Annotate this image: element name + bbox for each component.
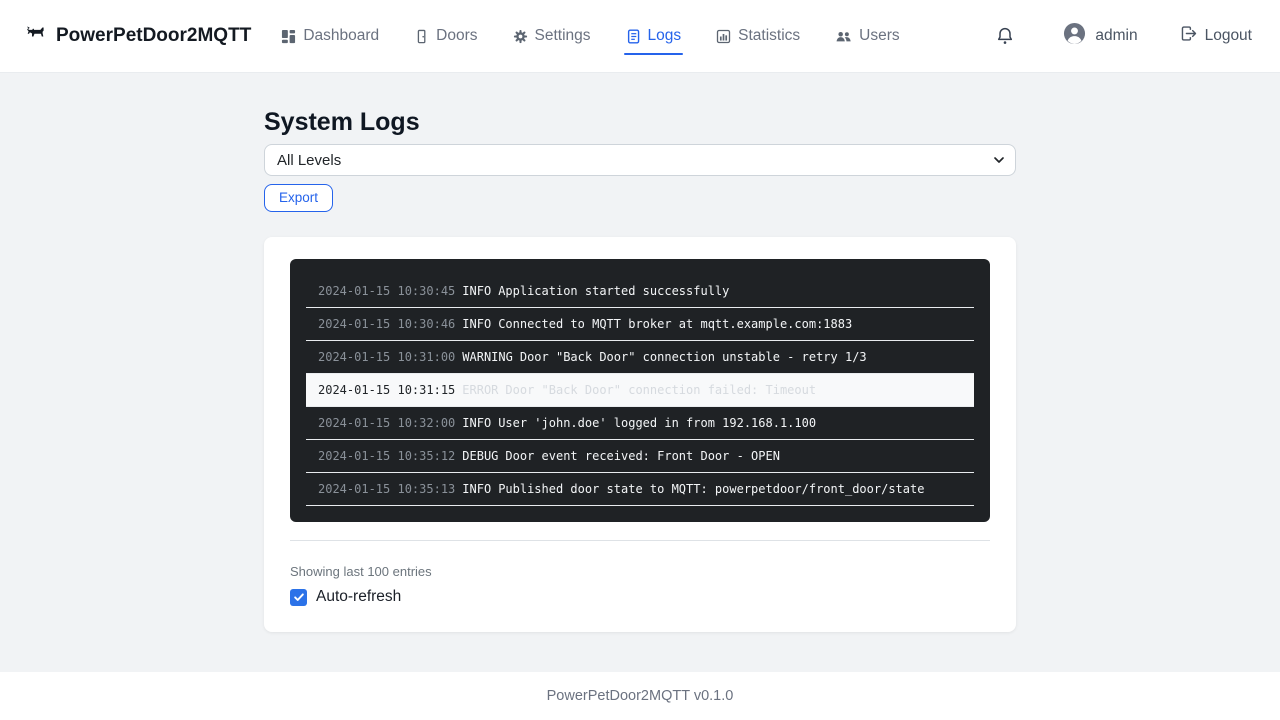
log-level: INFO: [462, 482, 492, 496]
log-timestamp: 2024-01-15 10:32:00: [318, 416, 456, 430]
log-row[interactable]: 2024-01-15 10:32:00 INFO User 'john.doe' l…: [306, 407, 974, 440]
gear-icon: [513, 29, 528, 44]
dashboard-grid-icon: [281, 29, 296, 44]
avatar-icon: [1063, 22, 1086, 50]
logs-card: 2024-01-15 10:30:45 INFO Application start…: [264, 237, 1016, 632]
door-icon: [414, 29, 429, 44]
logs-journal-icon: [626, 29, 641, 44]
nav-item-dashboard[interactable]: Dashboard: [281, 27, 379, 45]
nav-item-logs[interactable]: Logs: [623, 27, 683, 55]
level-filter-select[interactable]: All Levels: [264, 144, 1016, 176]
log-level: INFO: [462, 416, 492, 430]
page-title: System Logs: [264, 108, 420, 136]
main-content: System Logs All Levels Export 2024-01-15…: [264, 73, 1016, 672]
auto-refresh-label: Auto-refresh: [316, 588, 402, 605]
log-level: INFO: [462, 284, 492, 298]
users-icon: [835, 29, 852, 44]
log-message: Published door state to MQTT: powerpetdo…: [498, 482, 925, 496]
nav-item-users[interactable]: Users: [835, 27, 900, 45]
logout-button[interactable]: Logout: [1180, 25, 1252, 47]
nav-item-doors[interactable]: Doors: [414, 27, 478, 45]
auto-refresh-checkbox[interactable]: [290, 588, 307, 606]
log-message: Door "Back Door" connection unstable - r…: [519, 350, 867, 364]
log-timestamp: 2024-01-15 10:30:45: [318, 284, 456, 298]
log-row[interactable]: 2024-01-15 10:30:45 INFO Application start…: [306, 275, 974, 308]
username: admin: [1095, 27, 1138, 44]
log-row[interactable]: 2024-01-15 10:31:00 WARNING Door "Back Doo…: [306, 341, 974, 374]
divider: [290, 540, 990, 541]
brand[interactable]: PowerPetDoor2MQTT: [25, 22, 251, 50]
log-level: INFO: [462, 317, 492, 331]
auto-refresh-control: Auto-refresh: [290, 588, 990, 606]
log-level: ERROR: [462, 383, 499, 397]
header-actions: admin Logout: [995, 22, 1252, 50]
log-level: DEBUG: [462, 449, 499, 463]
user-chip: admin: [1063, 22, 1138, 50]
main-nav: Dashboard Doors Settings Logs Statistics…: [281, 27, 900, 55]
statistics-chart-icon: [716, 29, 731, 44]
footer-version-text: PowerPetDoor2MQTT v0.1.0: [546, 688, 734, 704]
log-message: User 'john.doe' logged in from 192.168.1…: [498, 416, 817, 430]
app-footer: PowerPetDoor2MQTT v0.1.0: [0, 672, 1280, 720]
log-message: Door "Back Door" connection failed: Time…: [505, 383, 817, 397]
level-filter-wrap: All Levels: [264, 144, 1016, 176]
entries-count-status: Showing last 100 entries: [290, 564, 432, 579]
log-row[interactable]: 2024-01-15 10:35:13 INFO Published door st…: [306, 473, 974, 506]
export-button[interactable]: Export: [264, 184, 334, 212]
log-row[interactable]: 2024-01-15 10:30:46 INFO Connected to MQTT…: [306, 308, 974, 341]
nav-item-settings[interactable]: Settings: [513, 27, 591, 45]
log-timestamp: 2024-01-15 10:30:46: [318, 317, 456, 331]
log-level: WARNING: [462, 350, 513, 364]
nav-item-statistics[interactable]: Statistics: [716, 27, 800, 45]
dog-logo-icon: [25, 22, 47, 50]
log-message: Door event received: Front Door - OPEN: [505, 449, 780, 463]
log-message: Application started successfully: [498, 284, 730, 298]
log-timestamp: 2024-01-15 10:31:00: [318, 350, 456, 364]
log-row-highlighted[interactable]: 2024-01-15 10:31:15 ERROR Door "Back Door"…: [306, 374, 974, 407]
logout-icon: [1180, 25, 1197, 47]
log-timestamp: 2024-01-15 10:35:13: [318, 482, 456, 496]
app-header: PowerPetDoor2MQTT Dashboard Doors Settin…: [0, 0, 1280, 73]
notification-bell-icon[interactable]: [995, 26, 1015, 47]
log-timestamp: 2024-01-15 10:35:12: [318, 449, 456, 463]
brand-title: PowerPetDoor2MQTT: [56, 25, 252, 46]
log-row[interactable]: 2024-01-15 10:35:12 DEBUG Door event recei…: [306, 440, 974, 473]
log-panel: 2024-01-15 10:30:45 INFO Application start…: [290, 259, 990, 522]
log-message: Connected to MQTT broker at mqtt.example…: [498, 317, 853, 331]
log-timestamp: 2024-01-15 10:31:15: [318, 383, 456, 397]
